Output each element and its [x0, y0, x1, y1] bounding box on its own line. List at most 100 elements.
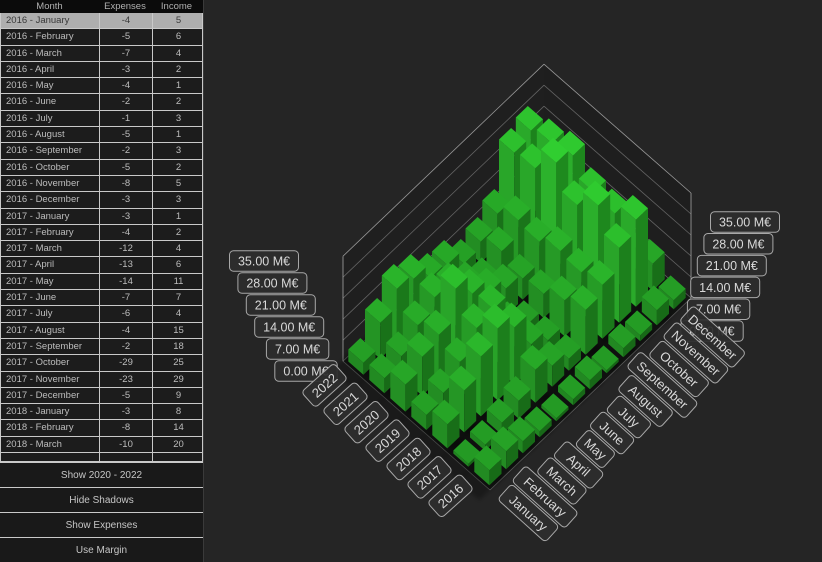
table-cell-expenses: -2: [100, 143, 152, 159]
value-axis-label-left: 14.00 M€: [254, 316, 325, 338]
table-cell-income: 6: [153, 29, 202, 45]
income-expenses-table: 2016 - January -4 5 2016 - February -5 6 2016 …: [0, 13, 203, 462]
table-cell-month: 2016 - January: [1, 13, 99, 29]
table-cell-expenses: -8: [100, 175, 152, 192]
table-cell-expenses: -4: [100, 13, 152, 29]
table-cell-income: 4: [153, 306, 202, 322]
table-cell-expenses: -13: [100, 257, 152, 273]
table-cell-income: 8: [153, 404, 202, 420]
table-header: Month Expenses Income: [0, 0, 203, 13]
table-cell-expenses: -2: [100, 338, 152, 355]
bar-face-right: [635, 208, 648, 307]
table-cell-income: 2: [153, 159, 202, 175]
table-cell-expenses: -3: [100, 208, 152, 224]
value-axis-label-right: 35.00 M€: [710, 211, 780, 233]
table-cell-month: 2018 - January: [1, 404, 99, 420]
value-axis-label-left-text: 28.00 M€: [246, 277, 298, 291]
table-cell-month: 2018 - February: [1, 420, 99, 436]
table-cell-month: 2016 - July: [1, 110, 99, 127]
table-cell-month: 2016 - August: [1, 127, 99, 143]
bar-face-right: [619, 236, 632, 323]
table-cell-expenses: -6: [100, 306, 152, 322]
table-cell-income: 2: [153, 94, 202, 110]
table-cell-income: 6: [153, 257, 202, 273]
table-cell-expenses: -4: [100, 322, 152, 338]
use-margin-button[interactable]: Use Margin: [0, 537, 203, 562]
value-axis-label-left-text: 21.00 M€: [255, 299, 307, 313]
table-cell-month: 2016 - March: [1, 45, 99, 61]
table-cell-month: 2018 - March: [1, 436, 99, 453]
value-axis-label-right-text: 28.00 M€: [712, 237, 764, 251]
table-cell-empty: [1, 453, 99, 461]
table-cell-month: 2017 - July: [1, 306, 99, 322]
chart-area: 0.00 M€0.00 M€7.00 M€7.00 M€14.00 M€14.0…: [204, 0, 822, 562]
value-axis-label-left: 35.00 M€: [229, 250, 299, 272]
table-cell-income: 9: [153, 387, 202, 404]
table-cell-expenses: -7: [100, 290, 152, 306]
table-cell-month: 2017 - August: [1, 322, 99, 338]
table-cell-month: 2017 - February: [1, 224, 99, 241]
table-cell-income: 1: [153, 78, 202, 94]
table-cell-month: 2017 - November: [1, 371, 99, 387]
table-cell-month: 2017 - October: [1, 355, 99, 371]
table-cell-income: 11: [153, 273, 202, 290]
table-cell-month: 2017 - January: [1, 208, 99, 224]
table-cell-month: 2016 - May: [1, 78, 99, 94]
column-header-expenses: Expenses: [104, 1, 146, 12]
table-cell-month: 2016 - June: [1, 94, 99, 110]
table-cell-income: 4: [153, 241, 202, 257]
table-cell-month: 2017 - September: [1, 338, 99, 355]
table-cell-expenses: -14: [100, 273, 152, 290]
table-cell-income: 3: [153, 110, 202, 127]
table-cell-income: 29: [153, 371, 202, 387]
value-axis-label-right-text: 14.00 M€: [699, 281, 751, 295]
table-cell-income: 25: [153, 355, 202, 371]
table-cell-income: 1: [153, 127, 202, 143]
table-cell-empty: [100, 453, 152, 461]
value-axis-label-left: 7.00 M€: [265, 338, 330, 360]
table-cell-expenses: -5: [100, 159, 152, 175]
value-axis-label-left: 21.00 M€: [245, 294, 316, 316]
value-axis-label-right: 21.00 M€: [696, 254, 767, 277]
table-cell-expenses: -3: [100, 404, 152, 420]
table-cell-income: 2: [153, 224, 202, 241]
table-cell-expenses: -5: [100, 387, 152, 404]
bar3d-chart[interactable]: 0.00 M€0.00 M€7.00 M€7.00 M€14.00 M€14.0…: [204, 0, 822, 562]
bar-face-right: [602, 273, 615, 339]
table-cell-month: 2017 - May: [1, 273, 99, 290]
table-cell-month: 2017 - December: [1, 387, 99, 404]
table-cell-month: 2017 - June: [1, 290, 99, 306]
show-2020-2022-button[interactable]: Show 2020 - 2022: [0, 462, 203, 487]
value-axis-label-left-text: 7.00 M€: [275, 343, 320, 357]
table-cell-expenses: -3: [100, 61, 152, 78]
table-cell-income: 5: [153, 175, 202, 192]
table-cell-income: 3: [153, 143, 202, 159]
value-axis-label-right: 28.00 M€: [703, 233, 774, 255]
table-cell-income: 14: [153, 420, 202, 436]
column-header-income: Income: [160, 1, 193, 12]
table-cell-month: 2016 - February: [1, 29, 99, 45]
table-cell-month: 2017 - March: [1, 241, 99, 257]
table-cell-month: 2016 - April: [1, 61, 99, 78]
table-cell-expenses: -4: [100, 224, 152, 241]
table-cell-month: 2016 - October: [1, 159, 99, 175]
table-cell-income: 18: [153, 338, 202, 355]
table-cell-expenses: -29: [100, 355, 152, 371]
table-cell-expenses: -2: [100, 94, 152, 110]
table-cell-expenses: -3: [100, 192, 152, 208]
table-cell-income: 5: [153, 13, 202, 29]
table-cell-expenses: -7: [100, 45, 152, 61]
table-cell-month: 2016 - November: [1, 175, 99, 192]
table-cell-expenses: -23: [100, 371, 152, 387]
show-expenses-button[interactable]: Show Expenses: [0, 512, 203, 537]
table-cell-income: 20: [153, 436, 202, 453]
table-cell-expenses: -8: [100, 420, 152, 436]
value-axis-label-left-text: 35.00 M€: [238, 255, 290, 269]
table-cell-expenses: -12: [100, 241, 152, 257]
table-cell-income: 1: [153, 208, 202, 224]
value-axis-label-right: 14.00 M€: [690, 276, 761, 299]
table-cell-month: 2017 - April: [1, 257, 99, 273]
table-cell-expenses: -4: [100, 78, 152, 94]
table-cell-income: 2: [153, 61, 202, 78]
hide-shadows-button[interactable]: Hide Shadows: [0, 487, 203, 512]
